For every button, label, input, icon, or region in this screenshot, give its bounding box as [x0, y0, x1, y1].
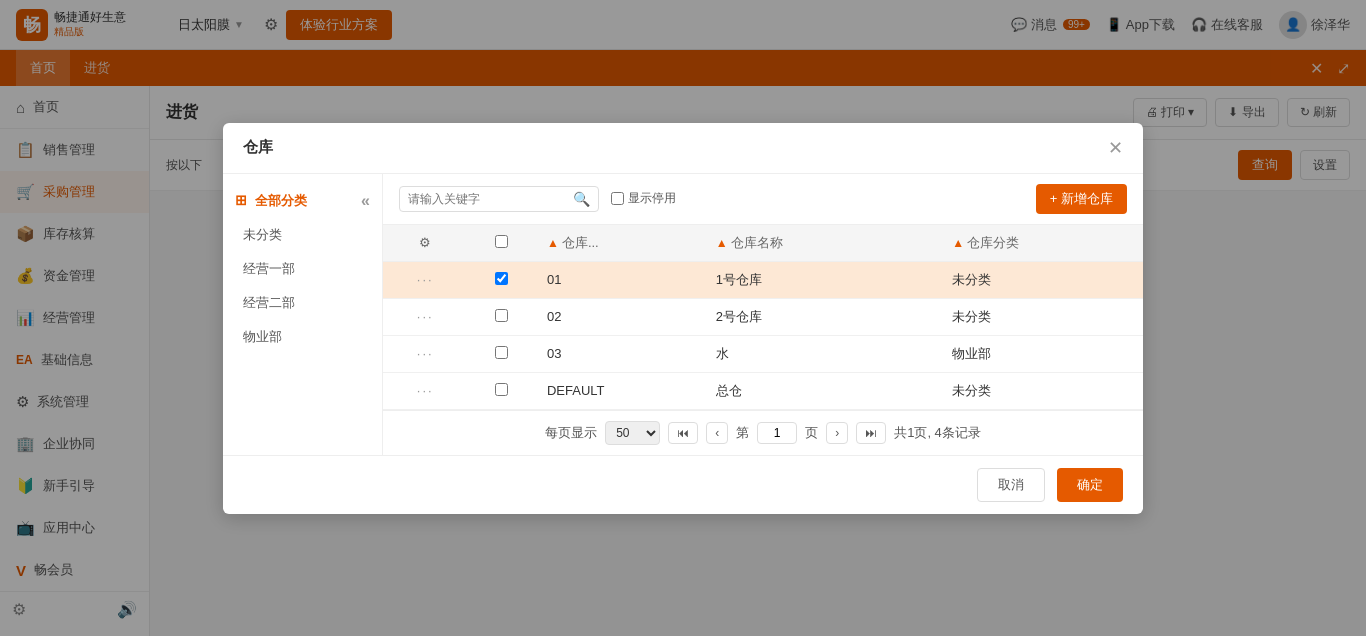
- collapse-icon[interactable]: «: [361, 192, 370, 210]
- modal-table: ⚙ ▲ 仓库... ▲: [383, 225, 1143, 410]
- sort-up-icon-2: ▲: [716, 236, 728, 250]
- page-size-label: 每页显示: [545, 424, 597, 442]
- confirm-button[interactable]: 确定: [1057, 468, 1123, 502]
- grid-icon: ⊞: [235, 192, 247, 208]
- th-name: ▲ 仓库名称: [704, 225, 940, 262]
- row-ops-icon: ···: [417, 346, 434, 361]
- category-operations-1-label: 经营一部: [243, 261, 295, 276]
- row-ops-icon: ···: [417, 272, 434, 287]
- row-checkbox-cell: [467, 261, 535, 298]
- warehouse-modal: 仓库 ✕ ⊞ 全部分类 « 未分类 经营一部: [223, 123, 1143, 514]
- th-gear: ⚙: [383, 225, 467, 262]
- row-checkbox[interactable]: [495, 272, 508, 285]
- row-ops-cell: ···: [383, 298, 467, 335]
- search-icon[interactable]: 🔍: [573, 191, 590, 207]
- row-ops-cell: ···: [383, 261, 467, 298]
- category-unclassified[interactable]: 未分类: [223, 218, 382, 252]
- show-disabled-checkbox-label[interactable]: 显示停用: [611, 190, 676, 207]
- th-category-label: 仓库分类: [967, 234, 1019, 252]
- category-panel: ⊞ 全部分类 « 未分类 经营一部 经营二部 物业部: [223, 174, 383, 455]
- table-row[interactable]: ··· 01 1号仓库 未分类: [383, 261, 1143, 298]
- all-categories-label: 全部分类: [255, 193, 307, 208]
- category-operations-2-label: 经营二部: [243, 295, 295, 310]
- row-name: 水: [704, 335, 940, 372]
- modal-title: 仓库: [243, 138, 273, 157]
- all-categories-item[interactable]: ⊞ 全部分类 «: [223, 184, 382, 218]
- table-body: ··· 01 1号仓库 未分类 ··· 02 2号仓库 未分类 ··· 03 水…: [383, 261, 1143, 409]
- row-checkbox-cell: [467, 372, 535, 409]
- show-disabled-checkbox[interactable]: [611, 192, 624, 205]
- table-row[interactable]: ··· 02 2号仓库 未分类: [383, 298, 1143, 335]
- category-unclassified-label: 未分类: [243, 227, 282, 242]
- table-row[interactable]: ··· DEFAULT 总仓 未分类: [383, 372, 1143, 409]
- row-code: 01: [535, 261, 704, 298]
- row-ops-cell: ···: [383, 372, 467, 409]
- row-code: 02: [535, 298, 704, 335]
- row-checkbox[interactable]: [495, 346, 508, 359]
- page-word: 第: [736, 424, 749, 442]
- row-ops-icon: ···: [417, 383, 434, 398]
- search-box: 🔍: [399, 186, 599, 212]
- category-property-label: 物业部: [243, 329, 282, 344]
- show-disabled-text: 显示停用: [628, 190, 676, 207]
- table-header-row: ⚙ ▲ 仓库... ▲: [383, 225, 1143, 262]
- sort-up-icon-3: ▲: [952, 236, 964, 250]
- th-category: ▲ 仓库分类: [940, 225, 1143, 262]
- page-input[interactable]: [757, 422, 797, 444]
- search-input[interactable]: [408, 192, 567, 206]
- add-warehouse-button[interactable]: + 新增仓库: [1036, 184, 1127, 214]
- page-next-button[interactable]: ›: [826, 422, 848, 444]
- row-name: 2号仓库: [704, 298, 940, 335]
- table-pagination: 每页显示 50 100 ⏮ ‹ 第 页 › ⏭ 共1页, 4条记录: [383, 410, 1143, 455]
- warehouse-table: ⚙ ▲ 仓库... ▲: [383, 225, 1143, 410]
- page-prev-button[interactable]: ‹: [706, 422, 728, 444]
- modal-right-content: 🔍 显示停用 + 新增仓库 ⚙: [383, 174, 1143, 455]
- table-row[interactable]: ··· 03 水 物业部: [383, 335, 1143, 372]
- cancel-button[interactable]: 取消: [977, 468, 1045, 502]
- row-checkbox[interactable]: [495, 309, 508, 322]
- category-operations-2[interactable]: 经营二部: [223, 286, 382, 320]
- category-property[interactable]: 物业部: [223, 320, 382, 354]
- page-last-button[interactable]: ⏭: [856, 422, 886, 444]
- category-operations-1[interactable]: 经营一部: [223, 252, 382, 286]
- row-category: 物业部: [940, 335, 1143, 372]
- th-code-label: 仓库...: [562, 234, 599, 252]
- row-category: 未分类: [940, 261, 1143, 298]
- row-code: 03: [535, 335, 704, 372]
- select-all-checkbox[interactable]: [495, 235, 508, 248]
- row-category: 未分类: [940, 298, 1143, 335]
- sort-up-icon: ▲: [547, 236, 559, 250]
- modal-header: 仓库 ✕: [223, 123, 1143, 174]
- page-first-button[interactable]: ⏮: [668, 422, 698, 444]
- modal-body: ⊞ 全部分类 « 未分类 经营一部 经营二部 物业部: [223, 174, 1143, 455]
- total-info: 共1页, 4条记录: [894, 424, 981, 442]
- modal-overlay: 仓库 ✕ ⊞ 全部分类 « 未分类 经营一部: [0, 0, 1366, 636]
- page-size-select[interactable]: 50 100: [605, 421, 660, 445]
- th-checkbox: [467, 225, 535, 262]
- row-checkbox-cell: [467, 335, 535, 372]
- row-code: DEFAULT: [535, 372, 704, 409]
- modal-toolbar: 🔍 显示停用 + 新增仓库: [383, 174, 1143, 225]
- row-ops-cell: ···: [383, 335, 467, 372]
- page-unit: 页: [805, 424, 818, 442]
- modal-close-icon[interactable]: ✕: [1108, 137, 1123, 159]
- row-checkbox[interactable]: [495, 383, 508, 396]
- row-checkbox-cell: [467, 298, 535, 335]
- row-name: 1号仓库: [704, 261, 940, 298]
- row-category: 未分类: [940, 372, 1143, 409]
- th-code: ▲ 仓库...: [535, 225, 704, 262]
- th-name-label: 仓库名称: [731, 234, 783, 252]
- modal-actions: 取消 确定: [223, 455, 1143, 514]
- row-name: 总仓: [704, 372, 940, 409]
- row-ops-icon: ···: [417, 309, 434, 324]
